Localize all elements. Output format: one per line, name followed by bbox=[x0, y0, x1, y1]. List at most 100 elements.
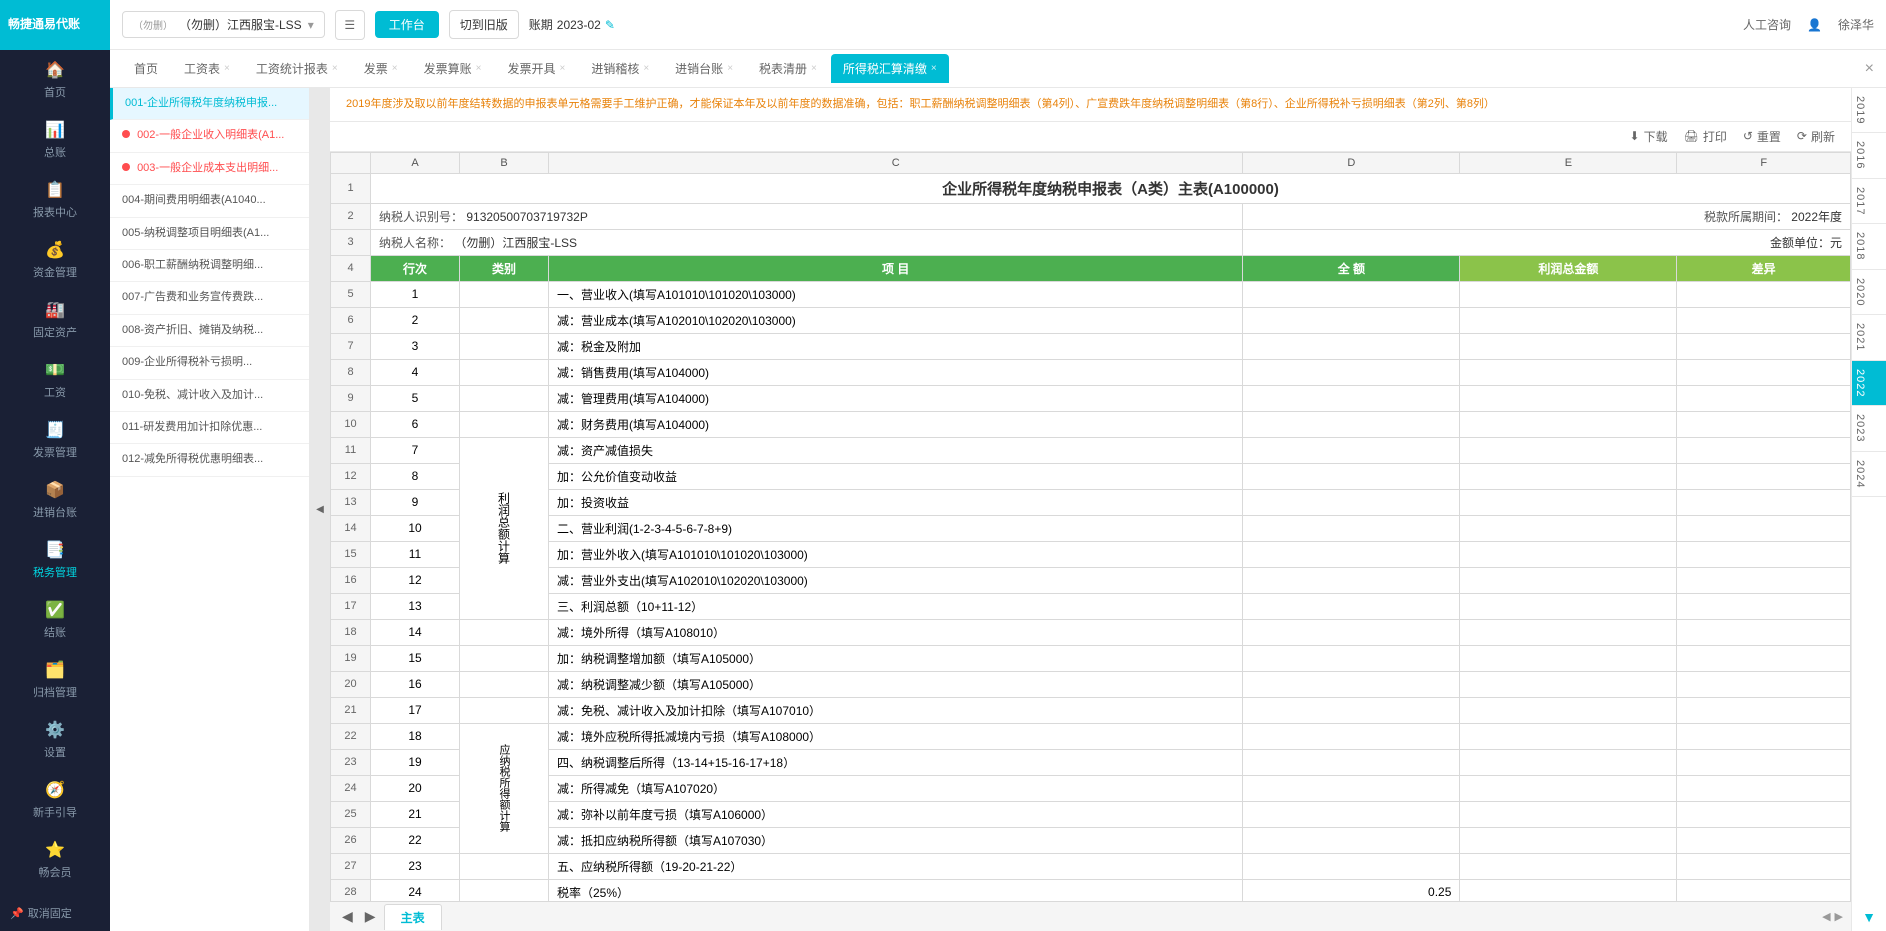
sidebar-item-sales[interactable]: 📦 进销台账 bbox=[0, 470, 110, 530]
tab-invoice[interactable]: 发票 × bbox=[352, 54, 410, 83]
item-16[interactable]: 减：纳税调整减少额（填写A105000） bbox=[549, 671, 1243, 697]
profit-3[interactable] bbox=[1460, 333, 1677, 359]
item-7[interactable]: 减：资产减值损失 bbox=[549, 437, 1243, 463]
sheet-nav-right[interactable]: ▶ bbox=[361, 906, 380, 927]
profit-10[interactable] bbox=[1460, 515, 1677, 541]
amount-3[interactable] bbox=[1243, 333, 1460, 359]
tab-salary[interactable]: 工资表 × bbox=[172, 54, 242, 83]
left-panel-item-001[interactable]: 001-企业所得税年度纳税申报... bbox=[110, 88, 309, 120]
sidebar-item-tax[interactable]: 📑 税务管理 bbox=[0, 530, 110, 590]
item-24[interactable]: 税率（25%） bbox=[549, 879, 1243, 901]
item-18[interactable]: 减：境外应税所得抵减境内亏损（填写A108000） bbox=[549, 723, 1243, 749]
left-panel-item-005[interactable]: 005-纳税调整项目明细表(A1... bbox=[110, 218, 309, 250]
diff-3[interactable] bbox=[1677, 333, 1851, 359]
diff-21[interactable] bbox=[1677, 801, 1851, 827]
item-1[interactable]: 一、营业收入(填写A101010\101020\103000) bbox=[549, 281, 1243, 307]
tab-ledger[interactable]: 进销台账 × bbox=[663, 54, 745, 83]
left-panel-item-011[interactable]: 011-研发费用加计扣除优惠... bbox=[110, 412, 309, 444]
amount-1[interactable] bbox=[1243, 281, 1460, 307]
diff-19[interactable] bbox=[1677, 749, 1851, 775]
sidebar-item-asset[interactable]: 🏭 固定资产 bbox=[0, 290, 110, 350]
sheet-nav-left[interactable]: ◀ bbox=[338, 906, 357, 927]
tab-invoice-open-close[interactable]: × bbox=[559, 63, 565, 74]
item-5[interactable]: 减：管理费用(填写A104000) bbox=[549, 385, 1243, 411]
sidebar-item-settle[interactable]: ✅ 结账 bbox=[0, 590, 110, 650]
amount-11[interactable] bbox=[1243, 541, 1460, 567]
reset-button[interactable]: ↺ 重置 bbox=[1743, 128, 1781, 145]
tab-invoice-close[interactable]: × bbox=[392, 63, 398, 74]
item-13[interactable]: 三、利润总额（10+11-12） bbox=[549, 593, 1243, 619]
diff-12[interactable] bbox=[1677, 567, 1851, 593]
sidebar-item-guide[interactable]: 🧭 新手引导 bbox=[0, 770, 110, 830]
diff-24[interactable] bbox=[1677, 879, 1851, 901]
sidebar-item-salary[interactable]: 💵 工资 bbox=[0, 350, 110, 410]
download-button[interactable]: ⬇ 下载 bbox=[1630, 128, 1668, 145]
amount-19[interactable] bbox=[1243, 749, 1460, 775]
item-21[interactable]: 减：弥补以前年度亏损（填写A106000） bbox=[549, 801, 1243, 827]
consult-btn[interactable]: 人工咨询 bbox=[1743, 16, 1791, 33]
diff-17[interactable] bbox=[1677, 697, 1851, 723]
amount-21[interactable] bbox=[1243, 801, 1460, 827]
sidebar-item-settings[interactable]: ⚙️ 设置 bbox=[0, 710, 110, 770]
sheet-tab-main[interactable]: 主表 bbox=[384, 904, 442, 930]
amount-9[interactable] bbox=[1243, 489, 1460, 515]
company-selector[interactable]: （勿删） （勿删）江西服宝-LSS ▾ bbox=[122, 11, 325, 38]
left-panel-item-010[interactable]: 010-免税、减计收入及加计... bbox=[110, 380, 309, 412]
amount-18[interactable] bbox=[1243, 723, 1460, 749]
left-panel-item-003[interactable]: 003-一般企业成本支出明细... bbox=[110, 153, 309, 185]
diff-20[interactable] bbox=[1677, 775, 1851, 801]
item-2[interactable]: 减：营业成本(填写A102010\102020\103000) bbox=[549, 307, 1243, 333]
tab-salary-stats-close[interactable]: × bbox=[332, 63, 338, 74]
profit-15[interactable] bbox=[1460, 645, 1677, 671]
tab-home[interactable]: 首页 bbox=[122, 54, 170, 83]
amount-20[interactable] bbox=[1243, 775, 1460, 801]
year-2020[interactable]: 2020 bbox=[1852, 270, 1886, 315]
unpin-button[interactable]: 📌 取消固定 bbox=[0, 895, 110, 931]
profit-14[interactable] bbox=[1460, 619, 1677, 645]
diff-11[interactable] bbox=[1677, 541, 1851, 567]
diff-13[interactable] bbox=[1677, 593, 1851, 619]
profit-23[interactable] bbox=[1460, 853, 1677, 879]
print-icon-btn[interactable]: ☰ bbox=[335, 10, 365, 40]
diff-8[interactable] bbox=[1677, 463, 1851, 489]
left-panel-item-002[interactable]: 002-一般企业收入明细表(A1... bbox=[110, 120, 309, 152]
profit-6[interactable] bbox=[1460, 411, 1677, 437]
amount-6[interactable] bbox=[1243, 411, 1460, 437]
diff-6[interactable] bbox=[1677, 411, 1851, 437]
profit-9[interactable] bbox=[1460, 489, 1677, 515]
amount-15[interactable] bbox=[1243, 645, 1460, 671]
left-panel-item-012[interactable]: 012-减免所得税优惠明细表... bbox=[110, 444, 309, 476]
item-3[interactable]: 减：税金及附加 bbox=[549, 333, 1243, 359]
amount-8[interactable] bbox=[1243, 463, 1460, 489]
profit-16[interactable] bbox=[1460, 671, 1677, 697]
tab-invoice-calc-close[interactable]: × bbox=[476, 63, 482, 74]
item-8[interactable]: 加：公允价值变动收益 bbox=[549, 463, 1243, 489]
tab-income-tax[interactable]: 所得税汇算清缴 × bbox=[831, 54, 949, 83]
diff-9[interactable] bbox=[1677, 489, 1851, 515]
profit-11[interactable] bbox=[1460, 541, 1677, 567]
tab-ledger-close[interactable]: × bbox=[727, 63, 733, 74]
sidebar-item-ledger[interactable]: 📊 总账 bbox=[0, 110, 110, 170]
profit-20[interactable] bbox=[1460, 775, 1677, 801]
profit-17[interactable] bbox=[1460, 697, 1677, 723]
left-panel-item-006[interactable]: 006-职工薪酬纳税调整明细... bbox=[110, 250, 309, 282]
diff-18[interactable] bbox=[1677, 723, 1851, 749]
profit-8[interactable] bbox=[1460, 463, 1677, 489]
amount-24[interactable]: 0.25 bbox=[1243, 879, 1460, 901]
diff-7[interactable] bbox=[1677, 437, 1851, 463]
diff-5[interactable] bbox=[1677, 385, 1851, 411]
diff-14[interactable] bbox=[1677, 619, 1851, 645]
item-19[interactable]: 四、纳税调整后所得（13-14+15-16-17+18） bbox=[549, 749, 1243, 775]
profit-21[interactable] bbox=[1460, 801, 1677, 827]
year-2021[interactable]: 2021 bbox=[1852, 315, 1886, 360]
edit-period-icon[interactable]: ✎ bbox=[605, 18, 615, 32]
sidebar-item-member[interactable]: ⭐ 畅会员 bbox=[0, 830, 110, 890]
scroll-left-icon[interactable]: ◀ bbox=[1822, 910, 1830, 923]
sidebar-item-report[interactable]: 📋 报表中心 bbox=[0, 170, 110, 230]
profit-19[interactable] bbox=[1460, 749, 1677, 775]
item-20[interactable]: 减：所得减免（填写A107020） bbox=[549, 775, 1243, 801]
left-panel-item-004[interactable]: 004-期间费用明细表(A1040... bbox=[110, 185, 309, 217]
collapse-panel-btn[interactable]: ◀ bbox=[310, 88, 330, 931]
item-10[interactable]: 二、营业利润(1-2-3-4-5-6-7-8+9) bbox=[549, 515, 1243, 541]
tab-invoice-open[interactable]: 发票开具 × bbox=[495, 54, 577, 83]
